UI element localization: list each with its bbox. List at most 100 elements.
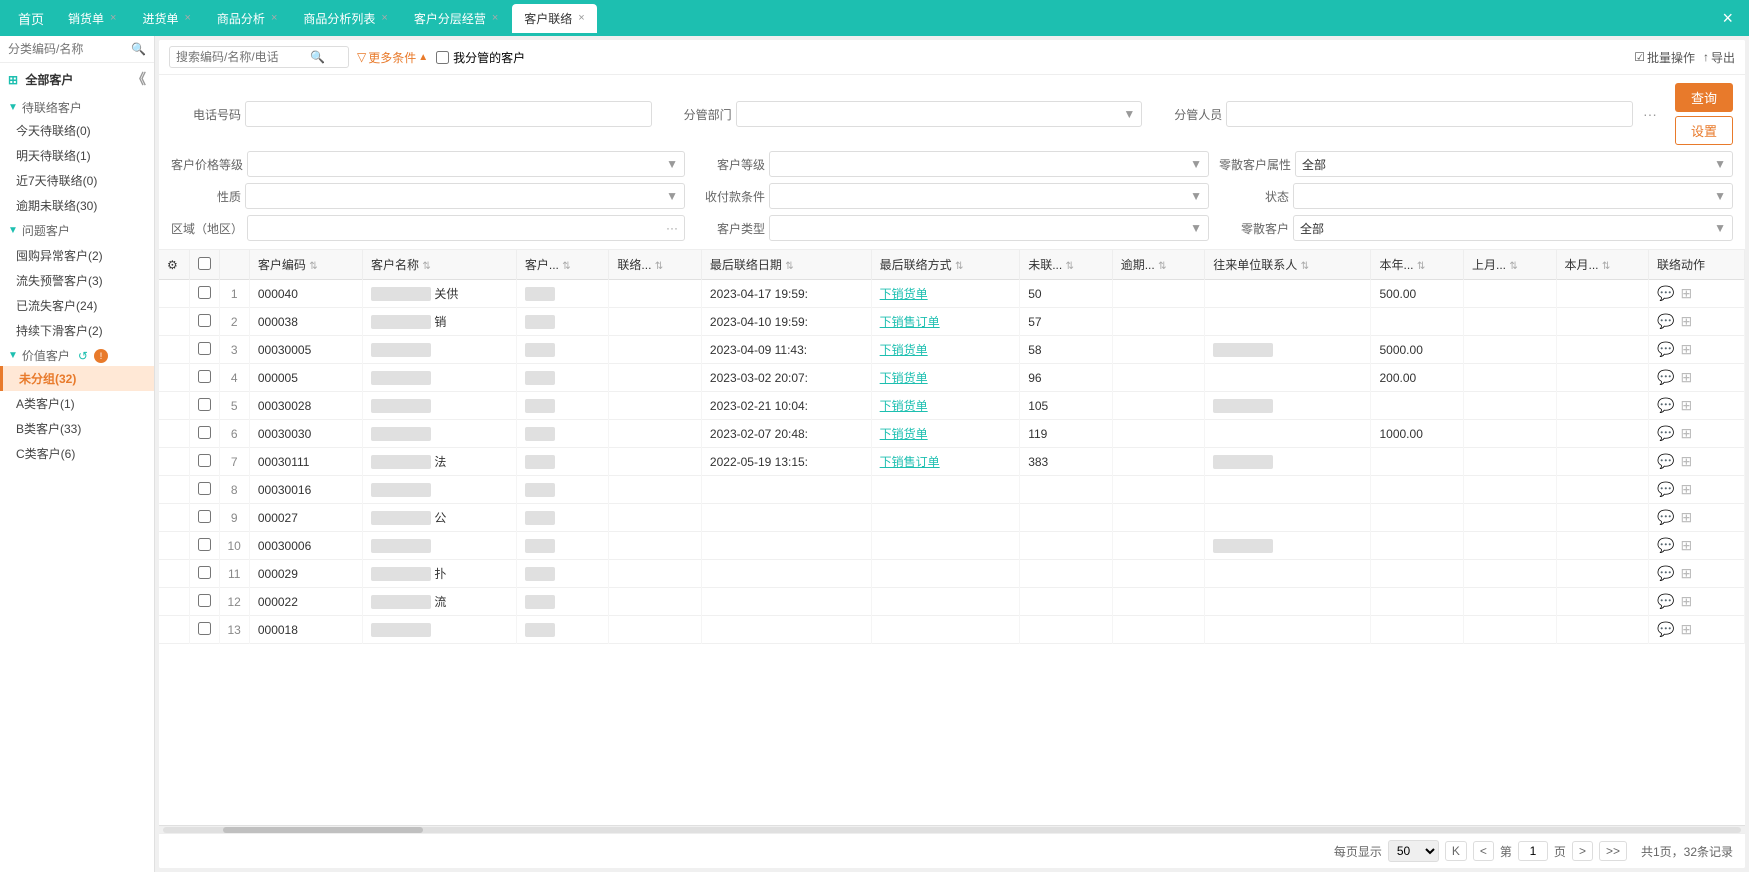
- chat-action-icon[interactable]: 💬: [1657, 369, 1674, 386]
- this-month-col-header[interactable]: 本月... ⇅: [1556, 250, 1649, 280]
- contact-type-link[interactable]: 下销货单: [880, 287, 928, 301]
- scroll-track[interactable]: [163, 827, 1741, 833]
- close-all-btn[interactable]: ×: [1714, 8, 1741, 29]
- row-checkbox[interactable]: [198, 510, 211, 523]
- status-select[interactable]: ▼: [1293, 183, 1733, 209]
- next-page-btn[interactable]: >: [1572, 841, 1593, 861]
- chat-action-icon[interactable]: 💬: [1657, 341, 1674, 358]
- last-page-btn[interactable]: >>: [1599, 841, 1627, 861]
- row-checkbox-cell[interactable]: [189, 560, 219, 588]
- sidebar-item-abnormal[interactable]: 囤购异常客户(2): [0, 243, 154, 268]
- group-pending-contact[interactable]: ▼ 待联络客户: [0, 95, 154, 118]
- batch-ops-btn[interactable]: ☑ 批量操作: [1634, 49, 1695, 66]
- sidebar-item-class-c[interactable]: C类客户(6): [0, 441, 154, 466]
- row-checkbox-cell[interactable]: [189, 588, 219, 616]
- group-problem-customers[interactable]: ▼ 问题客户: [0, 218, 154, 243]
- row-checkbox-cell[interactable]: [189, 392, 219, 420]
- region-select[interactable]: ···: [247, 215, 685, 241]
- my-customers-checkbox-label[interactable]: 我分管的客户: [436, 49, 525, 66]
- search-input[interactable]: [176, 50, 306, 64]
- sidebar-item-today[interactable]: 今天待联络(0): [0, 118, 154, 143]
- chat-action-icon[interactable]: 💬: [1657, 565, 1674, 582]
- group-value-customers[interactable]: ▼ 价值客户 ↺ !: [0, 343, 154, 366]
- nature-select[interactable]: ▼: [245, 183, 685, 209]
- grid-action-icon[interactable]: ⊞: [1680, 565, 1692, 582]
- overdue-col-header[interactable]: 逾期... ⇅: [1112, 250, 1205, 280]
- row-checkbox-cell[interactable]: [189, 616, 219, 644]
- row-checkbox[interactable]: [198, 566, 211, 579]
- close-purchase-tab-icon[interactable]: ×: [184, 12, 190, 24]
- sidebar-item-declining[interactable]: 持续下滑客户(2): [0, 318, 154, 343]
- contact-type-link[interactable]: 下销货单: [880, 399, 928, 413]
- scroll-thumb[interactable]: [223, 827, 423, 833]
- grid-action-icon[interactable]: ⊞: [1680, 621, 1692, 638]
- row-checkbox[interactable]: [198, 314, 211, 327]
- row-checkbox[interactable]: [198, 622, 211, 635]
- customer-type-select[interactable]: ▼: [769, 215, 1209, 241]
- chat-action-icon[interactable]: 💬: [1657, 481, 1674, 498]
- name-col-header[interactable]: 客户名称 ⇅: [363, 250, 517, 280]
- personnel-input[interactable]: [1226, 101, 1633, 127]
- never-contact-col-header[interactable]: 未联... ⇅: [1020, 250, 1113, 280]
- export-btn[interactable]: ↑ 导出: [1703, 49, 1735, 66]
- row-checkbox[interactable]: [198, 426, 211, 439]
- row-checkbox[interactable]: [198, 538, 211, 551]
- contact-type-link[interactable]: 下销货单: [880, 427, 928, 441]
- code-col-header[interactable]: 客户编码 ⇅: [249, 250, 362, 280]
- row-checkbox-cell[interactable]: [189, 308, 219, 336]
- chat-action-icon[interactable]: 💬: [1657, 425, 1674, 442]
- chat-action-icon[interactable]: 💬: [1657, 453, 1674, 470]
- chat-action-icon[interactable]: 💬: [1657, 537, 1674, 554]
- sidebar-item-churn-warning[interactable]: 流失预警客户(3): [0, 268, 154, 293]
- nav-tab-product-list[interactable]: 商品分析列表 ×: [291, 4, 399, 33]
- nav-tab-product-analysis[interactable]: 商品分析 ×: [205, 4, 289, 33]
- chat-action-icon[interactable]: 💬: [1657, 397, 1674, 414]
- contact-type-link[interactable]: 下销售订单: [880, 455, 940, 469]
- select-all-checkbox[interactable]: [198, 257, 211, 270]
- row-checkbox-cell[interactable]: [189, 420, 219, 448]
- grid-action-icon[interactable]: ⊞: [1680, 397, 1692, 414]
- row-checkbox-cell[interactable]: [189, 476, 219, 504]
- last-contact-date-col-header[interactable]: 最后联络日期 ⇅: [701, 250, 871, 280]
- row-checkbox-cell[interactable]: [189, 504, 219, 532]
- retail2-select[interactable]: 全部 ▼: [1293, 215, 1733, 241]
- per-page-select[interactable]: 50 100 200: [1388, 840, 1439, 862]
- close-customer-tier-tab-icon[interactable]: ×: [492, 12, 498, 24]
- prev-page-btn[interactable]: <: [1473, 841, 1494, 861]
- reset-button[interactable]: 设置: [1675, 116, 1733, 145]
- row-checkbox[interactable]: [198, 594, 211, 607]
- dept-select[interactable]: ▼: [736, 101, 1143, 127]
- sidebar-item-overdue[interactable]: 逾期未联络(30): [0, 193, 154, 218]
- chat-action-icon[interactable]: 💬: [1657, 509, 1674, 526]
- nav-tab-customer-contact[interactable]: 客户联络 ×: [512, 4, 596, 33]
- customer-level-select[interactable]: ▼: [769, 151, 1209, 177]
- close-sales-tab-icon[interactable]: ×: [110, 12, 116, 24]
- collapse-sidebar-icon[interactable]: 《: [132, 69, 146, 89]
- row-checkbox-cell[interactable]: [189, 364, 219, 392]
- pay-select[interactable]: ▼: [769, 183, 1209, 209]
- sidebar-item-class-b[interactable]: B类客户(33): [0, 416, 154, 441]
- chat-action-icon[interactable]: 💬: [1657, 621, 1674, 638]
- my-customers-checkbox[interactable]: [436, 51, 449, 64]
- contact-col-header[interactable]: 联络... ⇅: [609, 250, 702, 280]
- grid-action-icon[interactable]: ⊞: [1680, 453, 1692, 470]
- page-input[interactable]: [1518, 841, 1548, 861]
- row-checkbox-cell[interactable]: [189, 280, 219, 308]
- contact-type-link[interactable]: 下销货单: [880, 343, 928, 357]
- nav-tab-home[interactable]: 首页: [8, 3, 54, 34]
- close-customer-contact-tab-icon[interactable]: ×: [578, 12, 584, 24]
- close-product-analysis-tab-icon[interactable]: ×: [271, 12, 277, 24]
- settings-col-header[interactable]: ⚙: [159, 250, 189, 280]
- more-options-icon[interactable]: ···: [1643, 106, 1657, 122]
- nav-tab-purchase[interactable]: 进货单 ×: [130, 4, 202, 33]
- type-col-header[interactable]: 客户... ⇅: [516, 250, 609, 280]
- chat-action-icon[interactable]: 💬: [1657, 593, 1674, 610]
- first-page-btn[interactable]: K: [1445, 841, 1467, 861]
- grid-action-icon[interactable]: ⊞: [1680, 593, 1692, 610]
- this-year-col-header[interactable]: 本年... ⇅: [1371, 250, 1464, 280]
- row-checkbox-cell[interactable]: [189, 336, 219, 364]
- sidebar-search-icon[interactable]: 🔍: [131, 42, 146, 56]
- row-checkbox[interactable]: [198, 482, 211, 495]
- sidebar-item-class-a[interactable]: A类客户(1): [0, 391, 154, 416]
- row-checkbox-cell[interactable]: [189, 448, 219, 476]
